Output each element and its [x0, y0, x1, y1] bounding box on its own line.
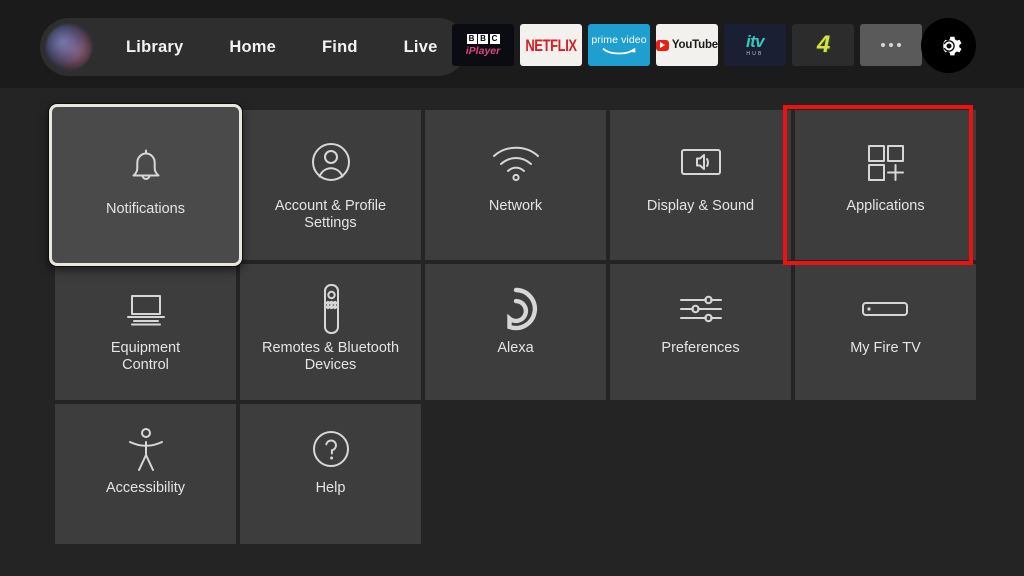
- settings-tile-accessibility[interactable]: Accessibility: [55, 404, 236, 544]
- youtube-play-icon: [656, 39, 669, 51]
- accessibility-person-icon: [124, 418, 168, 480]
- settings-tile-alexa[interactable]: Alexa: [425, 264, 606, 400]
- nav-link-find[interactable]: Find: [310, 38, 370, 57]
- user-circle-icon: [306, 126, 356, 198]
- fire-tv-settings-screen: Library Home Find Live B B C iPlayer NET…: [0, 0, 1024, 576]
- tile-label: Help: [315, 480, 346, 496]
- prime-video-wordmark: prime video: [591, 33, 647, 46]
- itv-hub-sublabel: HUB: [746, 51, 764, 57]
- settings-tile-my-fire-tv[interactable]: My Fire TV: [795, 264, 976, 400]
- tile-label: Display & Sound: [646, 198, 755, 214]
- settings-row-2: Equipment Control Remotes & Bluetooth De…: [55, 264, 976, 400]
- settings-tile-account-profile-settings[interactable]: Account & Profile Settings: [240, 110, 421, 260]
- channel-4-wordmark: 4: [816, 31, 830, 58]
- bbc-letter-b2: B: [478, 33, 488, 44]
- nav-pill: Library Home Find Live: [40, 18, 468, 76]
- app-tile-more-apps[interactable]: [860, 24, 922, 66]
- app-tile-bbc-iplayer[interactable]: B B C iPlayer: [452, 24, 514, 66]
- settings-tile-help[interactable]: Help: [240, 404, 421, 544]
- youtube-wordmark: YouTube: [671, 39, 718, 51]
- tile-label: Applications: [846, 198, 925, 214]
- bbc-logo: B B C: [466, 33, 500, 44]
- settings-tile-equipment-control[interactable]: Equipment Control: [55, 264, 236, 400]
- tile-label: Network: [488, 198, 543, 214]
- nav-link-home[interactable]: Home: [217, 38, 288, 57]
- settings-row-1: Notifications Account & Profile Settings: [49, 104, 976, 266]
- settings-tile-remotes-bluetooth-devices[interactable]: Remotes & Bluetooth Devices: [240, 264, 421, 400]
- app-tile-youtube[interactable]: YouTube: [656, 24, 718, 66]
- app-tile-netflix[interactable]: NETFLIX: [520, 24, 582, 66]
- ellipsis-icon: [881, 43, 901, 47]
- tile-label: Remotes & Bluetooth Devices: [261, 340, 400, 373]
- profile-avatar[interactable]: [46, 24, 92, 70]
- tv-soundbar-icon: [118, 278, 174, 340]
- settings-tile-display-sound[interactable]: Display & Sound: [610, 110, 791, 260]
- nav-link-library[interactable]: Library: [114, 38, 195, 57]
- alexa-ring-icon: [491, 278, 541, 340]
- gear-icon: [942, 36, 961, 55]
- amazon-smile-icon: [602, 47, 636, 54]
- tile-label: Preferences: [661, 340, 740, 356]
- settings-row-3: Accessibility Help: [55, 404, 965, 544]
- settings-tile-network[interactable]: Network: [425, 110, 606, 260]
- tile-label: Notifications: [106, 201, 185, 217]
- netflix-wordmark: NETFLIX: [525, 35, 577, 55]
- settings-gear-button[interactable]: [921, 18, 976, 73]
- tile-label: Equipment Control: [110, 340, 181, 373]
- bell-icon: [120, 129, 172, 201]
- settings-tile-preferences[interactable]: Preferences: [610, 264, 791, 400]
- tile-label: My Fire TV: [850, 340, 921, 356]
- nav-link-live[interactable]: Live: [392, 38, 450, 57]
- question-circle-icon: [306, 418, 356, 480]
- apps-grid-plus-icon: [860, 126, 912, 198]
- tile-label: Accessibility: [106, 480, 185, 496]
- top-navigation-bar: Library Home Find Live B B C iPlayer NET…: [0, 0, 1024, 88]
- settings-tile-grid: Notifications Account & Profile Settings: [49, 104, 976, 548]
- bbc-letter-c: C: [489, 33, 500, 44]
- app-tile-prime-video[interactable]: prime video: [588, 24, 650, 66]
- bbc-iplayer-wordmark: iPlayer: [465, 44, 501, 57]
- itv-wordmark: itv: [745, 32, 765, 51]
- tv-speaker-icon: [673, 126, 729, 198]
- app-shortcut-row: B B C iPlayer NETFLIX prime video YouTub…: [452, 24, 922, 66]
- wifi-icon: [488, 126, 544, 198]
- app-tile-itv-hub[interactable]: itv HUB: [724, 24, 786, 66]
- fire-tv-stick-icon: [856, 278, 916, 340]
- bbc-letter-b1: B: [466, 33, 477, 44]
- tile-label: Alexa: [497, 340, 534, 356]
- settings-tile-applications[interactable]: Applications: [795, 110, 976, 260]
- sliders-icon: [673, 278, 729, 340]
- tile-label: Account & Profile Settings: [274, 198, 387, 231]
- remote-control-icon: [314, 278, 348, 340]
- app-tile-channel-4[interactable]: 4: [792, 24, 854, 66]
- settings-tile-notifications[interactable]: Notifications: [49, 104, 242, 266]
